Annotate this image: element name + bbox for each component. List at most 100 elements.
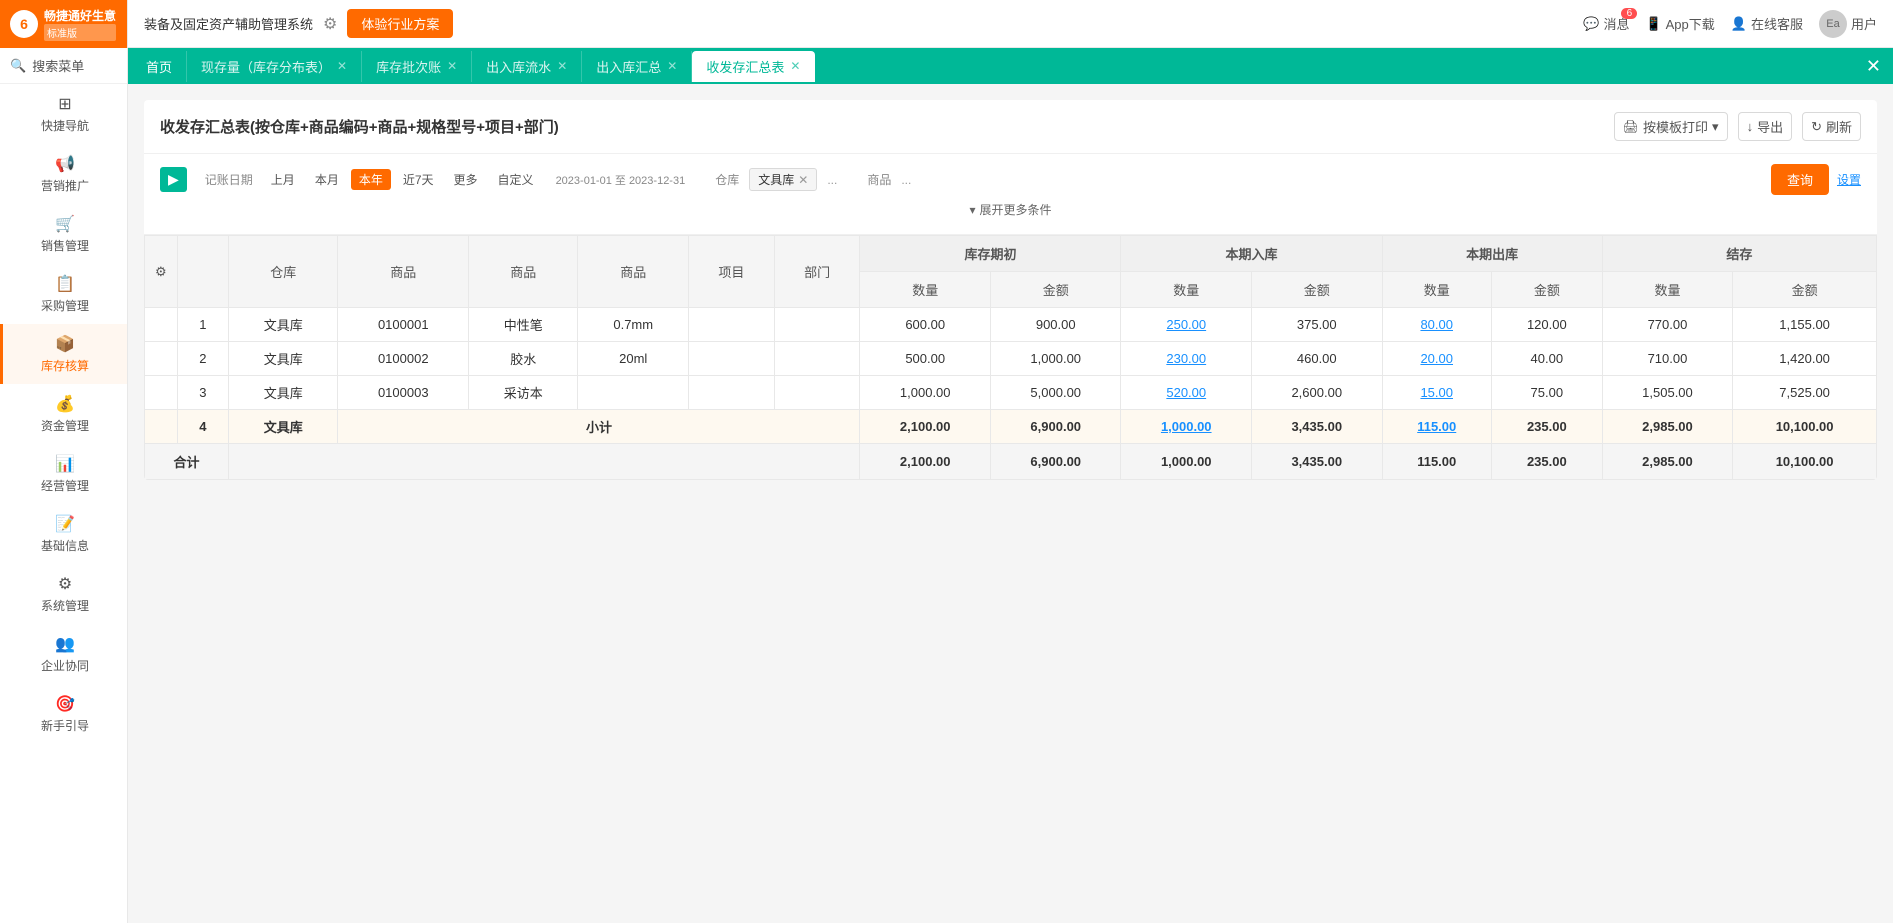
sidebar-logo: 6 畅捷通好生意 标准版 (0, 0, 127, 48)
close-all-tabs-button[interactable]: ✕ (1858, 56, 1889, 77)
collab-icon: 👥 (55, 634, 75, 654)
sidebar-item-system[interactable]: ⚙ 系统管理 (0, 564, 127, 624)
sidebar-search[interactable]: 🔍 搜索菜单 (0, 48, 127, 84)
page-title: 收发存汇总表(按仓库+商品编码+商品+规格型号+项目+部门) (160, 116, 559, 137)
tab-close-inventory-dist[interactable]: ✕ (337, 59, 347, 73)
user-item[interactable]: Ea 用户 (1819, 10, 1877, 38)
row-close-amt: 1,155.00 (1733, 308, 1877, 342)
row-open-amt: 900.00 (990, 308, 1121, 342)
tab-close-in-out-flow[interactable]: ✕ (557, 59, 567, 73)
expand-conditions-button[interactable]: ▾ 展开更多条件 (969, 201, 1051, 218)
footer-label: 合计 (145, 444, 229, 480)
query-button[interactable]: 查询 (1771, 164, 1829, 195)
row-num: 3 (177, 376, 228, 410)
settings-link[interactable]: 设置 (1837, 171, 1861, 188)
tab-close-recv-send-summary[interactable]: ✕ (790, 59, 800, 73)
sidebar-item-collab[interactable]: 👥 企业协同 (0, 624, 127, 684)
date-btn-this-month[interactable]: 本月 (307, 169, 347, 190)
subtotal-in-qty[interactable]: 1,000.00 (1121, 410, 1252, 444)
footer-in-qty: 1,000.00 (1121, 444, 1252, 480)
row-department (774, 376, 860, 410)
row-product-name: 采访本 (469, 376, 578, 410)
row-product-spec (578, 376, 689, 410)
row-settings (145, 376, 178, 410)
sidebar-item-inventory[interactable]: 📦 库存核算 (0, 324, 127, 384)
row-product-name: 胶水 (469, 342, 578, 376)
product-label: 商品 (867, 171, 891, 188)
tab-inventory-dist[interactable]: 现存量（库存分布表） ✕ (187, 51, 362, 82)
sidebar: 6 畅捷通好生意 标准版 🔍 搜索菜单 ⊞ 快捷导航 📢 营销推广 🛒 销售管理… (0, 0, 128, 923)
row-open-qty: 1,000.00 (860, 376, 991, 410)
tab-close-in-out-summary[interactable]: ✕ (667, 59, 677, 73)
app-download-item[interactable]: 📱 App下载 (1645, 14, 1714, 33)
warehouse-tag-close[interactable]: ✕ (798, 173, 808, 187)
row-out-qty[interactable]: 20.00 (1382, 342, 1491, 376)
col-close-qty: 数量 (1602, 272, 1733, 308)
online-service-item[interactable]: 👤 在线客服 (1731, 14, 1803, 33)
date-btn-7days[interactable]: 近7天 (395, 169, 442, 190)
header-settings-icon[interactable]: ⚙ (323, 14, 337, 34)
sidebar-item-guide[interactable]: 🎯 新手引导 (0, 684, 127, 744)
date-btn-more[interactable]: 更多 (446, 169, 486, 190)
row-out-qty[interactable]: 15.00 (1382, 376, 1491, 410)
subtotal-in-amt: 3,435.00 (1252, 410, 1383, 444)
product-more-link[interactable]: ... (901, 173, 911, 187)
col-product-name: 商品 (469, 236, 578, 308)
row-out-qty[interactable]: 80.00 (1382, 308, 1491, 342)
subtotal-out-qty[interactable]: 115.00 (1382, 410, 1491, 444)
tab-close-batch-ledger[interactable]: ✕ (447, 59, 457, 73)
sidebar-item-base[interactable]: 📝 基础信息 (0, 504, 127, 564)
sidebar-item-quick-nav[interactable]: ⊞ 快捷导航 (0, 84, 127, 144)
tab-batch-ledger[interactable]: 库存批次账 ✕ (362, 51, 472, 82)
subtotal-close-amt: 10,100.00 (1733, 410, 1877, 444)
export-button[interactable]: ↓ 导出 (1738, 112, 1793, 141)
row-in-qty[interactable]: 230.00 (1121, 342, 1252, 376)
logo-icon: 6 (10, 10, 38, 38)
sidebar-item-sales[interactable]: 🛒 销售管理 (0, 204, 127, 264)
col-open-amt: 金额 (990, 272, 1121, 308)
finance-icon: 💰 (55, 394, 75, 414)
refresh-icon: ↻ (1811, 119, 1822, 135)
row-out-amt: 75.00 (1491, 376, 1602, 410)
row-warehouse: 文具库 (229, 342, 338, 376)
row-close-amt: 1,420.00 (1733, 342, 1877, 376)
sidebar-item-label: 销售管理 (41, 237, 89, 254)
tab-in-out-summary[interactable]: 出入库汇总 ✕ (582, 51, 692, 82)
sidebar-item-purchase[interactable]: 📋 采购管理 (0, 264, 127, 324)
date-btn-custom[interactable]: 自定义 (490, 169, 542, 190)
tab-recv-send-summary[interactable]: 收发存汇总表 ✕ (692, 51, 815, 82)
experience-button[interactable]: 体验行业方案 (347, 9, 453, 38)
warehouse-more-link[interactable]: ... (827, 173, 837, 187)
row-in-amt: 375.00 (1252, 308, 1383, 342)
sidebar-item-finance[interactable]: 💰 资金管理 (0, 384, 127, 444)
refresh-button[interactable]: ↻ 刷新 (1802, 112, 1861, 141)
date-btn-this-year[interactable]: 本年 (351, 169, 391, 190)
row-settings (145, 342, 178, 376)
print-button[interactable]: 🖨 按模板打印 ▾ (1614, 112, 1728, 141)
col-group-opening: 库存期初 (860, 236, 1121, 272)
row-department (774, 308, 860, 342)
col-close-amt: 金额 (1733, 272, 1877, 308)
date-btn-last-month[interactable]: 上月 (263, 169, 303, 190)
col-in-qty: 数量 (1121, 272, 1252, 308)
sidebar-item-operations[interactable]: 📊 经营管理 (0, 444, 127, 504)
subtotal-label: 小计 (338, 410, 860, 444)
notification-item[interactable]: 💬 消息 6 (1583, 14, 1629, 33)
filter-collapse-button[interactable]: ▶ (160, 167, 187, 192)
col-out-qty: 数量 (1382, 272, 1491, 308)
tab-in-out-flow[interactable]: 出入库流水 ✕ (472, 51, 582, 82)
date-label: 记账日期 (205, 171, 253, 188)
sidebar-item-label: 快捷导航 (41, 117, 89, 134)
main-content: 装备及固定资产辅助管理系统 ⚙ 体验行业方案 💬 消息 6 📱 App下载 👤 … (128, 0, 1893, 923)
tab-home[interactable]: 首页 (132, 51, 187, 82)
warehouse-tag: 文具库 ✕ (749, 168, 817, 191)
sidebar-item-marketing[interactable]: 📢 营销推广 (0, 144, 127, 204)
subtotal-row: 4 文具库 小计 2,100.00 6,900.00 1,000.00 3,43… (145, 410, 1877, 444)
row-in-qty[interactable]: 520.00 (1121, 376, 1252, 410)
subtotal-settings (145, 410, 178, 444)
notification-badge: 6 (1621, 8, 1637, 19)
row-num: 1 (177, 308, 228, 342)
row-in-qty[interactable]: 250.00 (1121, 308, 1252, 342)
col-department: 部门 (774, 236, 860, 308)
row-warehouse: 文具库 (229, 308, 338, 342)
